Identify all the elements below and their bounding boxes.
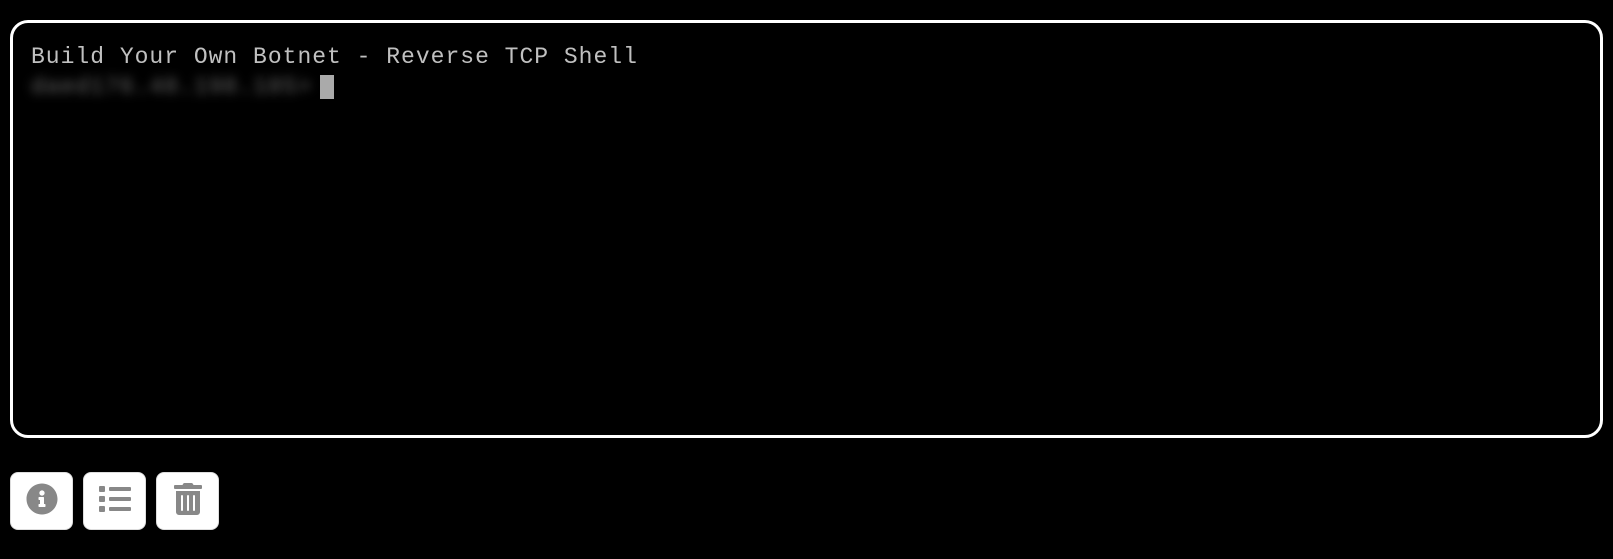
info-button[interactable] xyxy=(10,472,73,530)
action-button-row xyxy=(10,472,219,530)
trash-button[interactable] xyxy=(156,472,219,530)
trash-icon xyxy=(172,483,204,520)
info-icon xyxy=(26,483,58,520)
list-button[interactable] xyxy=(83,472,146,530)
terminal-title: Build Your Own Botnet - Reverse TCP Shel… xyxy=(31,41,1582,73)
terminal-window[interactable]: Build Your Own Botnet - Reverse TCP Shel… xyxy=(10,20,1603,438)
terminal-prompt-line[interactable]: daed176.48.198.185> xyxy=(31,73,1582,101)
cursor-icon xyxy=(320,75,334,99)
terminal-prompt: daed176.48.198.185> xyxy=(31,71,312,103)
list-icon xyxy=(99,483,131,520)
